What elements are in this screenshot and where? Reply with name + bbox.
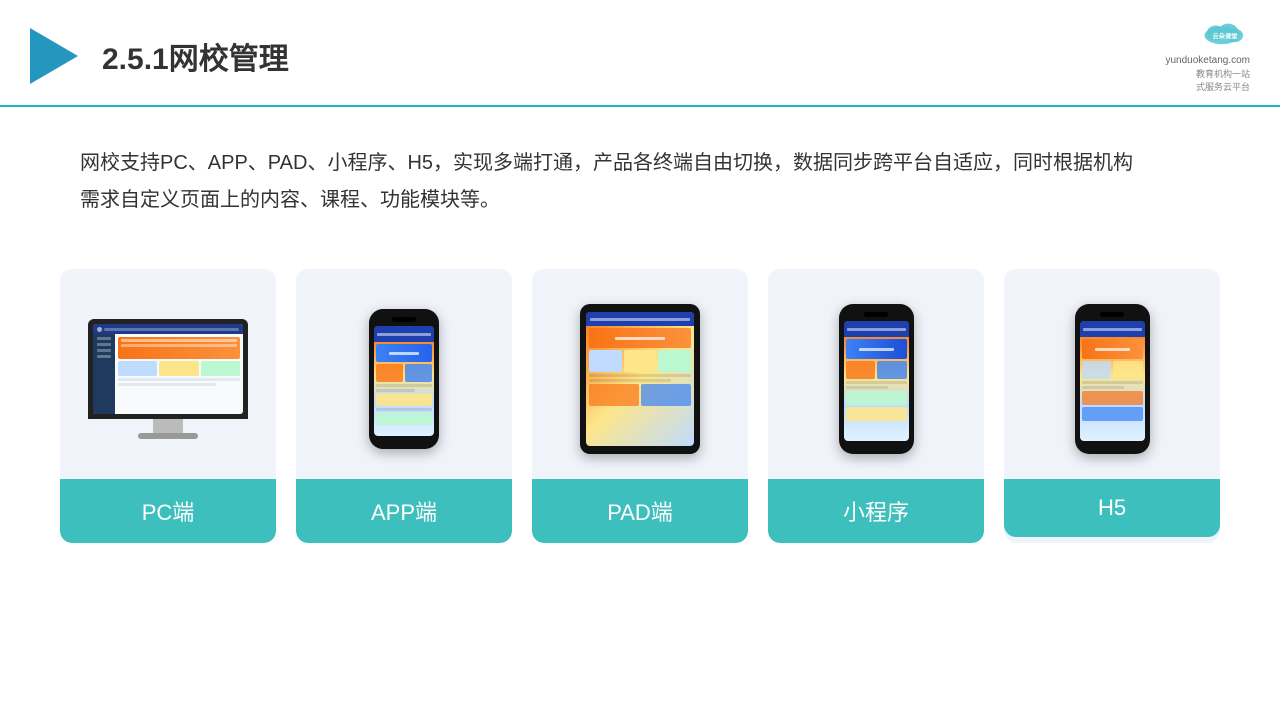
- card-h5: H5: [1004, 269, 1220, 543]
- card-pad-label: PAD端: [532, 479, 748, 543]
- phone-notch: [392, 317, 416, 322]
- card-miniapp-image: [768, 269, 984, 479]
- brand-slogan: 教育机构一站 式服务云平台: [1165, 68, 1250, 93]
- card-pad-image: [532, 269, 748, 479]
- svg-text:云朵课堂: 云朵课堂: [1213, 33, 1238, 41]
- description-line2: 需求自定义页面上的内容、课程、功能模块等。: [80, 182, 1200, 219]
- tablet-screen: [586, 312, 694, 446]
- header-right: 云朵课堂 yunduoketang.com 教育机构一站 式服务云平台: [1165, 18, 1250, 93]
- app-phone-mockup: [369, 309, 439, 449]
- brand-cloud-icon: 云朵课堂: [1200, 18, 1250, 46]
- pc-monitor-screen: [88, 319, 248, 419]
- card-pad: PAD端: [532, 269, 748, 543]
- header-left: 2.5.1网校管理: [30, 28, 289, 84]
- h5-phone-mockup: [1075, 304, 1150, 454]
- card-app-image: [296, 269, 512, 479]
- card-pc-label: PC端: [60, 479, 276, 543]
- card-miniapp: 小程序: [768, 269, 984, 543]
- card-h5-image: [1004, 269, 1220, 479]
- miniapp-phone-notch: [864, 312, 888, 317]
- description-block: 网校支持PC、APP、PAD、小程序、H5，实现多端打通，产品各终端自由切换，数…: [0, 107, 1280, 239]
- page-title: 2.5.1网校管理: [102, 34, 289, 78]
- card-app: APP端: [296, 269, 512, 543]
- brand-pinyin: yunduoketang.com: [1165, 54, 1250, 68]
- card-h5-label: H5: [1004, 479, 1220, 537]
- monitor-base: [138, 433, 198, 439]
- miniapp-phone-screen: [844, 321, 909, 441]
- h5-phone-screen: [1080, 321, 1145, 441]
- h5-phone-notch: [1100, 312, 1124, 317]
- miniapp-phone-mockup: [839, 304, 914, 454]
- card-miniapp-label: 小程序: [768, 479, 984, 543]
- platform-cards: PC端: [0, 249, 1280, 573]
- description-line1: 网校支持PC、APP、PAD、小程序、H5，实现多端打通，产品各终端自由切换，数…: [80, 145, 1200, 182]
- pad-tablet-mockup: [580, 304, 700, 454]
- logo-triangle: [30, 28, 78, 84]
- card-pc-image: [60, 269, 276, 479]
- card-pc: PC端: [60, 269, 276, 543]
- phone-screen: [374, 326, 434, 436]
- page-header: 2.5.1网校管理 云朵课堂 yunduoketang.com 教育机构一站 式…: [0, 0, 1280, 107]
- monitor-stand: [153, 419, 183, 433]
- card-app-label: APP端: [296, 479, 512, 543]
